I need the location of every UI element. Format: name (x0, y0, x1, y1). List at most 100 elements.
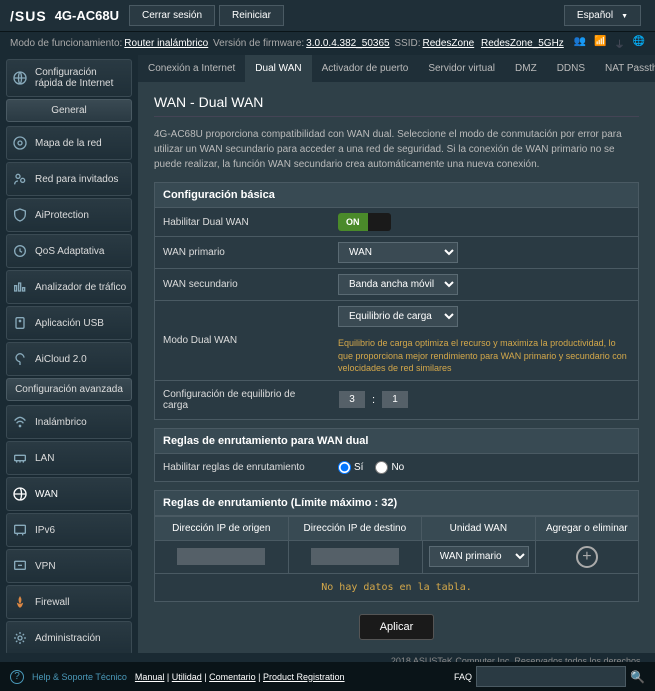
page-desc: 4G-AC68U proporciona compatibilidad con … (154, 127, 639, 172)
nav-icon (11, 449, 29, 467)
globe-icon: 🌐 (633, 36, 645, 51)
nav-lan[interactable]: LAN (6, 441, 132, 475)
no-data: No hay datos en la tabla. (154, 574, 639, 602)
nav-icon (11, 206, 29, 224)
nav-mapa-de-la-red[interactable]: Mapa de la red (6, 126, 132, 160)
nav-label: Administración (35, 633, 101, 644)
col-source: Dirección IP de origen (155, 517, 289, 540)
add-button[interactable]: + (576, 546, 598, 568)
table-title: Reglas de enrutamiento (Límite máximo : … (154, 490, 639, 516)
nav-firewall[interactable]: Firewall (6, 585, 132, 619)
tabs: Conexión a InternetDual WANActivador de … (138, 55, 655, 82)
nav-analizador-de-tráfico[interactable]: Analizador de tráfico (6, 270, 132, 304)
ssid-label: SSID: (394, 38, 420, 49)
dest-input[interactable] (310, 547, 400, 566)
enable-label: Habilitar Dual WAN (155, 208, 330, 236)
nav-ipv6[interactable]: IPv6 (6, 513, 132, 547)
primary-select[interactable]: WAN (338, 242, 458, 263)
nav-label: AiCloud 2.0 (35, 354, 87, 365)
footer-link[interactable]: Comentario (209, 672, 256, 682)
page-title: WAN - Dual WAN (154, 94, 639, 117)
unit-select[interactable]: WAN primario (429, 546, 529, 567)
nav-label: IPv6 (35, 525, 55, 536)
nav-aicloud-2.0[interactable]: AiCloud 2.0 (6, 342, 132, 376)
top-bar: /SUS 4G-AC68U Cerrar sesión Reiniciar Es… (0, 0, 655, 32)
fw-label: Versión de firmware: (213, 38, 304, 49)
general-header: General (6, 99, 132, 122)
balance-2[interactable] (381, 390, 409, 409)
balance-1[interactable] (338, 390, 366, 409)
fw-link[interactable]: 3.0.0.4.382_50365 (306, 38, 389, 49)
nav-label: LAN (35, 453, 54, 464)
mode-hint: Equilibrio de carga optimiza el recurso … (338, 337, 630, 375)
nav-label: AiProtection (35, 210, 89, 221)
source-input[interactable] (176, 547, 266, 566)
model-name: 4G-AC68U (55, 8, 119, 23)
footer-link[interactable]: Utilidad (172, 672, 202, 682)
mode-label: Modo Dual WAN (155, 301, 330, 380)
advanced-header: Configuración avanzada (6, 378, 132, 401)
tab-ddns[interactable]: DDNS (547, 55, 595, 82)
nav-icon (11, 485, 29, 503)
nav-label: Mapa de la red (35, 138, 102, 149)
nav-label: WAN (35, 489, 58, 500)
quick-setup[interactable]: Configuración rápida de Internet (6, 59, 132, 97)
enable-toggle[interactable]: ON (338, 213, 391, 231)
tab-dual-wan[interactable]: Dual WAN (245, 55, 311, 82)
radio-yes[interactable]: Sí (338, 461, 363, 474)
col-action: Agregar o eliminar (536, 517, 638, 540)
secondary-label: WAN secundario (155, 269, 330, 300)
tab-nat-passthrough[interactable]: NAT Passthrough (595, 55, 655, 82)
nav-red-para-invitados[interactable]: Red para invitados (6, 162, 132, 196)
col-dest: Dirección IP de destino (289, 517, 423, 540)
nav-vpn[interactable]: VPN (6, 549, 132, 583)
nav-icon (11, 170, 29, 188)
ssid2-link[interactable]: RedesZone_5GHz (481, 38, 564, 49)
nav-icon (11, 413, 29, 431)
secondary-select[interactable]: Banda ancha móvil (338, 274, 458, 295)
ssid1-link[interactable]: RedesZone (423, 38, 475, 49)
nav-icon (11, 134, 29, 152)
globe-icon (11, 69, 29, 87)
nav-aiprotection[interactable]: AiProtection (6, 198, 132, 232)
nav-aplicación-usb[interactable]: Aplicación USB (6, 306, 132, 340)
language-button[interactable]: Español (564, 5, 641, 26)
nav-icon (11, 350, 29, 368)
rules-header: Reglas de enrutamiento para WAN dual (155, 429, 638, 453)
footer: ? Help & Soporte Técnico Manual | Utilid… (0, 662, 655, 691)
nav-icon (11, 242, 29, 260)
nav-inalámbrico[interactable]: Inalámbrico (6, 405, 132, 439)
nav-icon (11, 521, 29, 539)
footer-link[interactable]: Manual (135, 672, 165, 682)
logout-button[interactable]: Cerrar sesión (129, 5, 215, 26)
rules-enable-label: Habilitar reglas de enrutamiento (155, 454, 330, 481)
nav-label: Firewall (35, 597, 69, 608)
nav-label: VPN (35, 561, 56, 572)
faq-input[interactable] (476, 666, 626, 687)
col-unit: Unidad WAN (422, 517, 535, 540)
nav-label: Inalámbrico (35, 417, 87, 428)
nav-label: Configuración rápida de Internet (35, 67, 127, 89)
nav-icon (11, 629, 29, 647)
footer-link[interactable]: Product Registration (263, 672, 345, 682)
tab-dmz[interactable]: DMZ (505, 55, 547, 82)
brand-logo: /SUS (10, 8, 47, 24)
tab-activador-de-puerto[interactable]: Activador de puerto (312, 55, 419, 82)
nav-administración[interactable]: Administración (6, 621, 132, 655)
tab-conexión-a-internet[interactable]: Conexión a Internet (138, 55, 245, 82)
mode-select[interactable]: Equilibrio de carga (338, 306, 458, 327)
basic-header: Configuración básica (155, 183, 638, 207)
search-icon[interactable]: 🔍 (630, 670, 645, 684)
apply-button[interactable]: Aplicar (359, 614, 435, 640)
radio-no[interactable]: No (375, 461, 404, 474)
nav-icon (11, 314, 29, 332)
nav-wan[interactable]: WAN (6, 477, 132, 511)
nav-qos-adaptativa[interactable]: QoS Adaptativa (6, 234, 132, 268)
mode-link[interactable]: Router inalámbrico (124, 38, 208, 49)
nav-label: QoS Adaptativa (35, 246, 105, 257)
tab-servidor-virtual[interactable]: Servidor virtual (418, 55, 505, 82)
reboot-button[interactable]: Reiniciar (219, 5, 284, 26)
nav-label: Red para invitados (35, 174, 118, 185)
help-text: Help & Soporte Técnico (32, 672, 127, 682)
users-icon: 👥 (574, 36, 586, 51)
